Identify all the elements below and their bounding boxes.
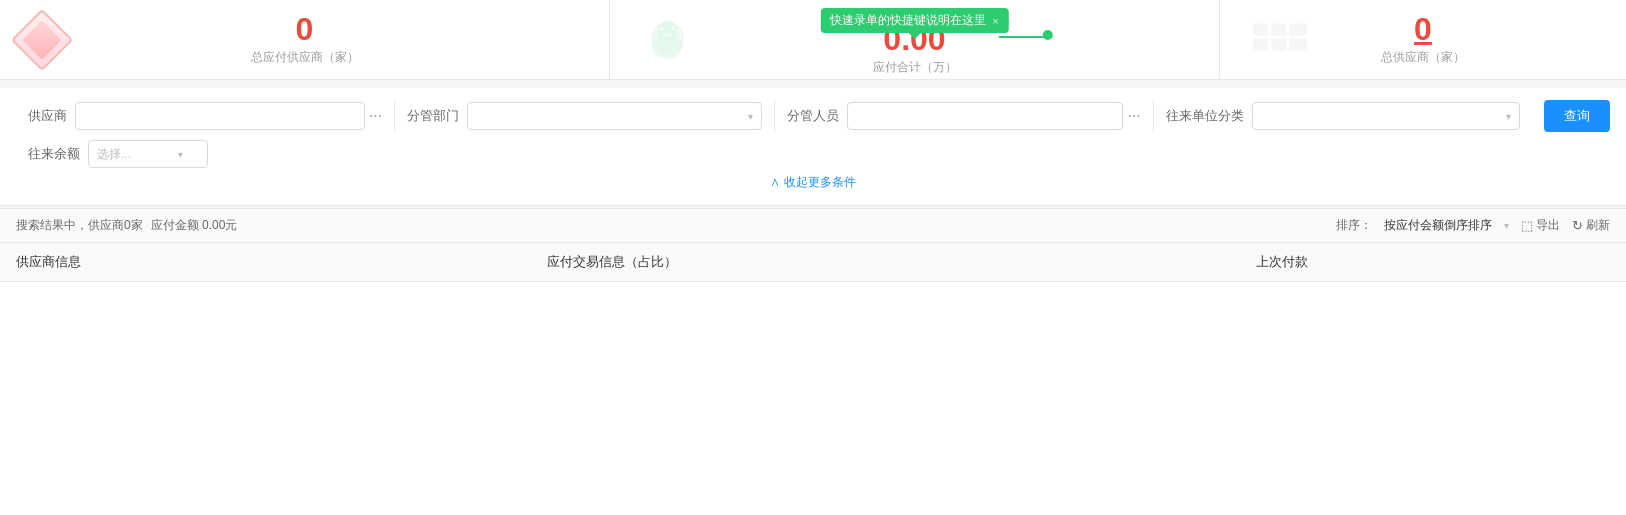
filter-bar: 供应商 ··· 分管部门 ▾ 分管人员 ··· 往来单位分类 ▾ 查询 <box>0 88 1626 206</box>
svg-rect-8 <box>1253 38 1268 50</box>
svg-point-3 <box>660 26 663 29</box>
results-actions: 排序： 按应付会额倒序排序 ▾ ⬚ 导出 ↻ 刷新 <box>1336 217 1610 234</box>
tooltip-close-btn[interactable]: × <box>992 15 998 27</box>
table-col-supplier: 供应商信息 <box>16 253 547 271</box>
export-icon: ⬚ <box>1521 218 1533 233</box>
svg-rect-5 <box>1253 23 1268 35</box>
stat-total-suppliers: 0 总供应商（家） <box>1220 0 1626 79</box>
department-label: 分管部门 <box>407 107 459 125</box>
svg-point-4 <box>671 26 674 29</box>
balance-select[interactable]: 选择... ▾ <box>88 140 208 168</box>
export-button[interactable]: ⬚ 导出 <box>1521 217 1560 234</box>
person-dots[interactable]: ··· <box>1127 107 1140 125</box>
collapse-button[interactable]: ∧ 收起更多条件 <box>770 174 855 191</box>
table-col-transaction: 应付交易信息（占比） <box>547 253 1255 271</box>
person-input[interactable] <box>847 102 1124 130</box>
tooltip-line <box>999 36 1049 38</box>
unit-class-select[interactable]: ▾ <box>1252 102 1520 130</box>
svg-rect-6 <box>1271 23 1286 35</box>
refresh-icon: ↻ <box>1572 218 1583 233</box>
svg-point-2 <box>652 34 683 58</box>
sort-chevron-icon: ▾ <box>1504 220 1509 231</box>
person-field: 分管人员 ··· <box>775 100 1154 132</box>
results-text: 搜索结果中，供应商0家 <box>16 217 143 234</box>
stats-bar: 0 总应付供应商（家） 快速录单的快捷键说明在这里 × 0.00 应付合计（ <box>0 0 1626 80</box>
results-amount-text: 应付金额 0.00元 <box>151 217 238 234</box>
pig-icon <box>640 11 695 69</box>
table-col-last-payment: 上次付款 <box>1256 253 1610 271</box>
unit-class-field: 往来单位分类 ▾ <box>1154 100 1532 132</box>
table-body <box>0 282 1626 515</box>
stat-1-label: 总应付供应商（家） <box>251 49 359 66</box>
query-button[interactable]: 查询 <box>1544 100 1610 132</box>
supplier-dots[interactable]: ··· <box>369 107 382 125</box>
stat-2-label: 应付合计（万） <box>873 59 957 76</box>
refresh-label: 刷新 <box>1586 217 1610 234</box>
stat-1-value: 0 <box>296 13 314 45</box>
stat-3-label: 总供应商（家） <box>1381 49 1465 66</box>
supplier-input[interactable] <box>75 102 365 130</box>
svg-rect-9 <box>1271 38 1286 50</box>
filter-row-2: 往来余额 选择... ▾ <box>16 140 1610 168</box>
balance-label: 往来余额 <box>28 145 80 163</box>
export-label: 导出 <box>1536 217 1560 234</box>
balance-chevron-icon: ▾ <box>178 149 183 160</box>
svg-rect-10 <box>1289 38 1307 50</box>
table-area: 供应商信息 应付交易信息（占比） 上次付款 <box>0 243 1626 515</box>
results-summary: 搜索结果中，供应商0家 应付金额 0.00元 <box>16 217 237 234</box>
supplier-label: 供应商 <box>28 107 67 125</box>
sort-label: 排序： <box>1336 217 1372 234</box>
grid-icon <box>1250 18 1310 61</box>
stat-payable-total: 快速录单的快捷键说明在这里 × 0.00 应付合计（万） <box>610 0 1220 79</box>
stat-1-content: 0 总应付供应商（家） <box>0 0 609 79</box>
svg-rect-7 <box>1289 23 1307 35</box>
balance-placeholder: 选择... <box>97 146 131 163</box>
results-bar: 搜索结果中，供应商0家 应付金额 0.00元 排序： 按应付会额倒序排序 ▾ ⬚… <box>0 208 1626 243</box>
diamond-logo-icon <box>20 18 64 62</box>
table-header: 供应商信息 应付交易信息（占比） 上次付款 <box>0 243 1626 282</box>
collapse-bar: ∧ 收起更多条件 <box>16 168 1610 197</box>
refresh-button[interactable]: ↻ 刷新 <box>1572 217 1610 234</box>
sort-select[interactable]: 按应付会额倒序排序 <box>1384 217 1492 234</box>
tooltip-text: 快速录单的快捷键说明在这里 <box>830 12 986 29</box>
unit-class-label: 往来单位分类 <box>1166 107 1244 125</box>
unit-class-chevron-icon: ▾ <box>1506 111 1511 122</box>
department-chevron-icon: ▾ <box>748 111 753 122</box>
supplier-field: 供应商 ··· <box>16 100 395 132</box>
stat-total-payable-suppliers: 0 总应付供应商（家） <box>0 0 610 79</box>
tooltip-bubble: 快速录单的快捷键说明在这里 × <box>820 8 1008 33</box>
stat-3-value: 0 <box>1414 13 1432 45</box>
filter-row-1: 供应商 ··· 分管部门 ▾ 分管人员 ··· 往来单位分类 ▾ 查询 <box>16 100 1610 132</box>
person-label: 分管人员 <box>787 107 839 125</box>
department-select[interactable]: ▾ <box>467 102 761 130</box>
department-field: 分管部门 ▾ <box>395 100 774 132</box>
